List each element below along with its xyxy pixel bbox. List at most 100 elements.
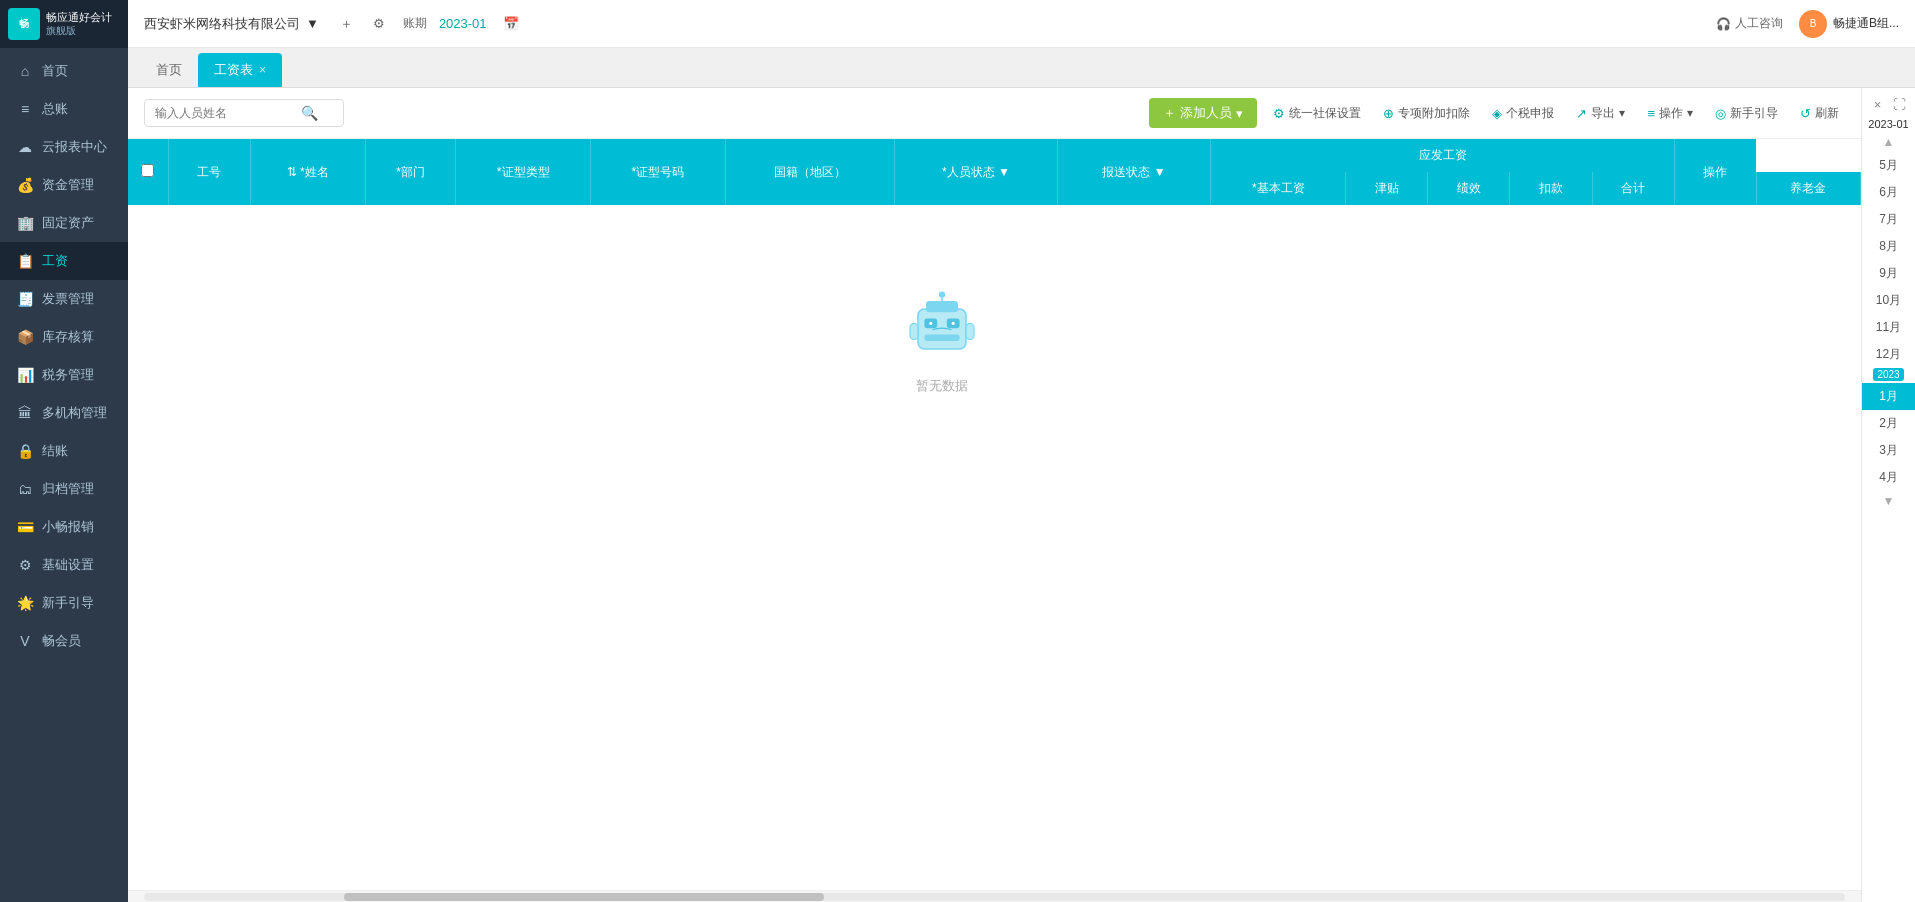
sidebar-item-cloud[interactable]: ☁ 云报表中心 [0,128,128,166]
sidebar-item-fund[interactable]: 💰 资金管理 [0,166,128,204]
sidebar-item-invoice[interactable]: 🧾 发票管理 [0,280,128,318]
sidebar-item-vip[interactable]: V 畅会员 [0,622,128,660]
tab-salary-label: 工资表 [214,61,253,79]
tax-report-btn[interactable]: ◈ 个税申报 [1486,101,1560,126]
settings-btn[interactable]: ⚙ [367,12,391,36]
th-report-status[interactable]: 报送状态 ▼ [1057,139,1211,205]
operate-btn[interactable]: ≡ 操作 ▾ [1641,101,1699,126]
month-nav-down[interactable]: ▼ [1877,491,1901,511]
select-all-checkbox[interactable] [141,164,154,177]
user-avatar: B [1799,10,1827,38]
th-id-type: *证型类型 [456,139,591,205]
service-btn[interactable]: 🎧 人工咨询 [1716,15,1783,32]
sidebar-item-ledger[interactable]: ≡ 总账 [0,90,128,128]
month-5[interactable]: 5月 [1862,152,1915,179]
export-btn[interactable]: ↗ 导出 ▾ [1570,101,1631,126]
th-emp-status[interactable]: *人员状态 ▼ [895,139,1057,205]
panel-expand-btn[interactable]: ⛶ [1890,94,1910,114]
add-person-btn[interactable]: ＋ 添加人员 ▾ [1149,98,1257,128]
th-salary-group: 应发工资 [1211,139,1674,172]
search-input[interactable] [155,106,295,120]
month-6[interactable]: 6月 [1862,179,1915,206]
refresh-label: 刷新 [1815,105,1839,122]
new-guide-label: 新手引导 [1730,105,1778,122]
new-guide-btn[interactable]: ◎ 新手引导 [1709,101,1784,126]
period-value[interactable]: 2023-01 [439,16,487,31]
th-base-salary: *基本工资 [1211,172,1346,205]
svg-point-10 [952,322,955,325]
sidebar-item-archive[interactable]: 🗂 归档管理 [0,470,128,508]
refresh-btn[interactable]: ↺ 刷新 [1794,101,1845,126]
month-3[interactable]: 3月 [1862,437,1915,464]
inventory-icon: 📦 [16,329,34,345]
export-label: 导出 [1591,105,1615,122]
month-8[interactable]: 8月 [1862,233,1915,260]
filter-icon-emp-status: ▼ [998,165,1010,179]
th-id-no: *证型号码 [590,139,725,205]
sidebar-item-tax-label: 税务管理 [42,366,94,384]
ledger-icon: ≡ [16,101,34,117]
th-name[interactable]: ⇅ *姓名 [250,139,365,205]
sidebar-item-asset[interactable]: 🏢 固定资产 [0,204,128,242]
scroll-thumb[interactable] [344,893,824,901]
expense-icon: 💳 [16,519,34,535]
month-11[interactable]: 11月 [1862,314,1915,341]
panel-close-btn[interactable]: × [1868,94,1888,114]
social-settings-btn[interactable]: ⚙ 统一社保设置 [1267,101,1367,126]
svg-point-9 [929,322,932,325]
sidebar-item-guide[interactable]: 🌟 新手引导 [0,584,128,622]
sidebar-item-close[interactable]: 🔒 结账 [0,432,128,470]
new-guide-icon: ◎ [1715,106,1726,121]
add-icon: ＋ [1163,104,1176,122]
sidebar-item-home-label: 首页 [42,62,68,80]
empty-state-cell: 暂无数据 [128,205,1756,475]
operate-icon: ≡ [1647,106,1655,121]
add-company-btn[interactable]: ＋ [335,12,359,36]
close-period-icon: 🔒 [16,443,34,459]
month-1[interactable]: 1月 [1862,383,1915,410]
tabbar: 首页 工资表 × [128,48,1915,88]
th-checkbox[interactable] [128,139,168,205]
sidebar-item-multi-org-label: 多机构管理 [42,404,107,422]
tab-home[interactable]: 首页 [140,53,198,87]
tab-salary[interactable]: 工资表 × [198,53,282,87]
th-dept: *部门 [365,139,456,205]
month-7[interactable]: 7月 [1862,206,1915,233]
scroll-area[interactable] [128,890,1861,902]
th-performance: 绩效 [1428,172,1510,205]
home-icon: ⌂ [16,63,34,79]
empty-text: 暂无数据 [916,377,968,395]
svg-point-3 [939,291,945,297]
user-info[interactable]: B 畅捷通B组... [1799,10,1899,38]
archive-icon: 🗂 [16,481,34,497]
month-9[interactable]: 9月 [1862,260,1915,287]
sidebar-item-settings[interactable]: ⚙ 基础设置 [0,546,128,584]
sidebar-item-home[interactable]: ⌂ 首页 [0,52,128,90]
sidebar-item-inventory-label: 库存核算 [42,328,94,346]
sidebar-item-salary[interactable]: 📋 工资 [0,242,128,280]
tax-report-label: 个税申报 [1506,105,1554,122]
tab-salary-close[interactable]: × [259,63,266,77]
user-name: 畅捷通B组... [1833,15,1899,32]
sidebar-item-salary-label: 工资 [42,252,68,270]
sidebar-item-tax[interactable]: 📊 税务管理 [0,356,128,394]
month-nav-up[interactable]: ▲ [1877,132,1901,152]
scroll-track [144,893,1845,901]
company-selector[interactable]: 西安虾米网络科技有限公司 ▼ [144,15,319,33]
month-12[interactable]: 12月 [1862,341,1915,368]
sidebar-item-archive-label: 归档管理 [42,480,94,498]
app-logo: 畅 [8,8,40,40]
content-area: 🔍 ＋ 添加人员 ▾ ⚙ 统一社保设置 ⊕ [128,88,1915,902]
calendar-icon[interactable]: 📅 [499,12,523,36]
special-deduct-btn[interactable]: ⊕ 专项附加扣除 [1377,101,1476,126]
svg-rect-7 [910,323,918,339]
month-2[interactable]: 2月 [1862,410,1915,437]
search-box[interactable]: 🔍 [144,99,344,127]
sidebar-item-multi-org[interactable]: 🏛 多机构管理 [0,394,128,432]
add-btn-label: 添加人员 [1180,104,1232,122]
month-10[interactable]: 10月 [1862,287,1915,314]
month-4[interactable]: 4月 [1862,464,1915,491]
empty-state: 暂无数据 [128,205,1756,475]
sidebar-item-inventory[interactable]: 📦 库存核算 [0,318,128,356]
sidebar-item-expense[interactable]: 💳 小畅报销 [0,508,128,546]
